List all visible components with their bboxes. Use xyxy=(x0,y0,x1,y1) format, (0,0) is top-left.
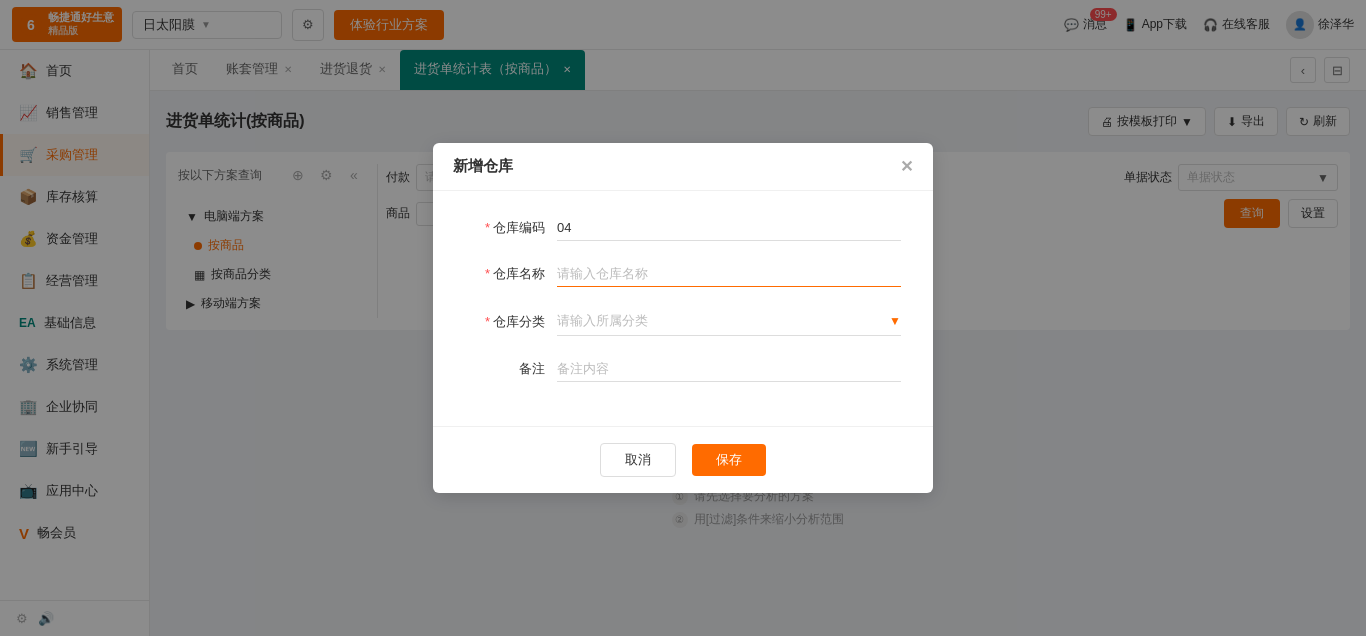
form-row-name: 仓库名称 xyxy=(465,261,901,287)
name-input[interactable] xyxy=(557,261,901,287)
modal-title: 新增仓库 xyxy=(453,157,513,176)
code-label: 仓库编码 xyxy=(465,219,545,237)
remark-label: 备注 xyxy=(465,360,545,378)
remark-input[interactable] xyxy=(557,356,901,382)
save-button[interactable]: 保存 xyxy=(692,444,766,476)
modal-overlay[interactable]: 新增仓库 ✕ 仓库编码 仓库名称 仓库分类 请输入所属分类 ▼ xyxy=(0,0,1366,636)
category-dropdown-icon: ▼ xyxy=(889,314,901,328)
modal-body: 仓库编码 仓库名称 仓库分类 请输入所属分类 ▼ 备注 xyxy=(433,191,933,426)
category-label: 仓库分类 xyxy=(465,313,545,331)
category-select[interactable]: 请输入所属分类 ▼ xyxy=(557,307,901,336)
cancel-button[interactable]: 取消 xyxy=(600,443,676,477)
form-row-category: 仓库分类 请输入所属分类 ▼ xyxy=(465,307,901,336)
code-input[interactable] xyxy=(557,215,901,241)
new-warehouse-modal: 新增仓库 ✕ 仓库编码 仓库名称 仓库分类 请输入所属分类 ▼ xyxy=(433,143,933,493)
category-placeholder: 请输入所属分类 xyxy=(557,312,648,330)
name-label: 仓库名称 xyxy=(465,265,545,283)
form-row-code: 仓库编码 xyxy=(465,215,901,241)
modal-footer: 取消 保存 xyxy=(433,426,933,493)
form-row-remark: 备注 xyxy=(465,356,901,382)
modal-header: 新增仓库 ✕ xyxy=(433,143,933,191)
modal-close-icon[interactable]: ✕ xyxy=(900,157,913,176)
